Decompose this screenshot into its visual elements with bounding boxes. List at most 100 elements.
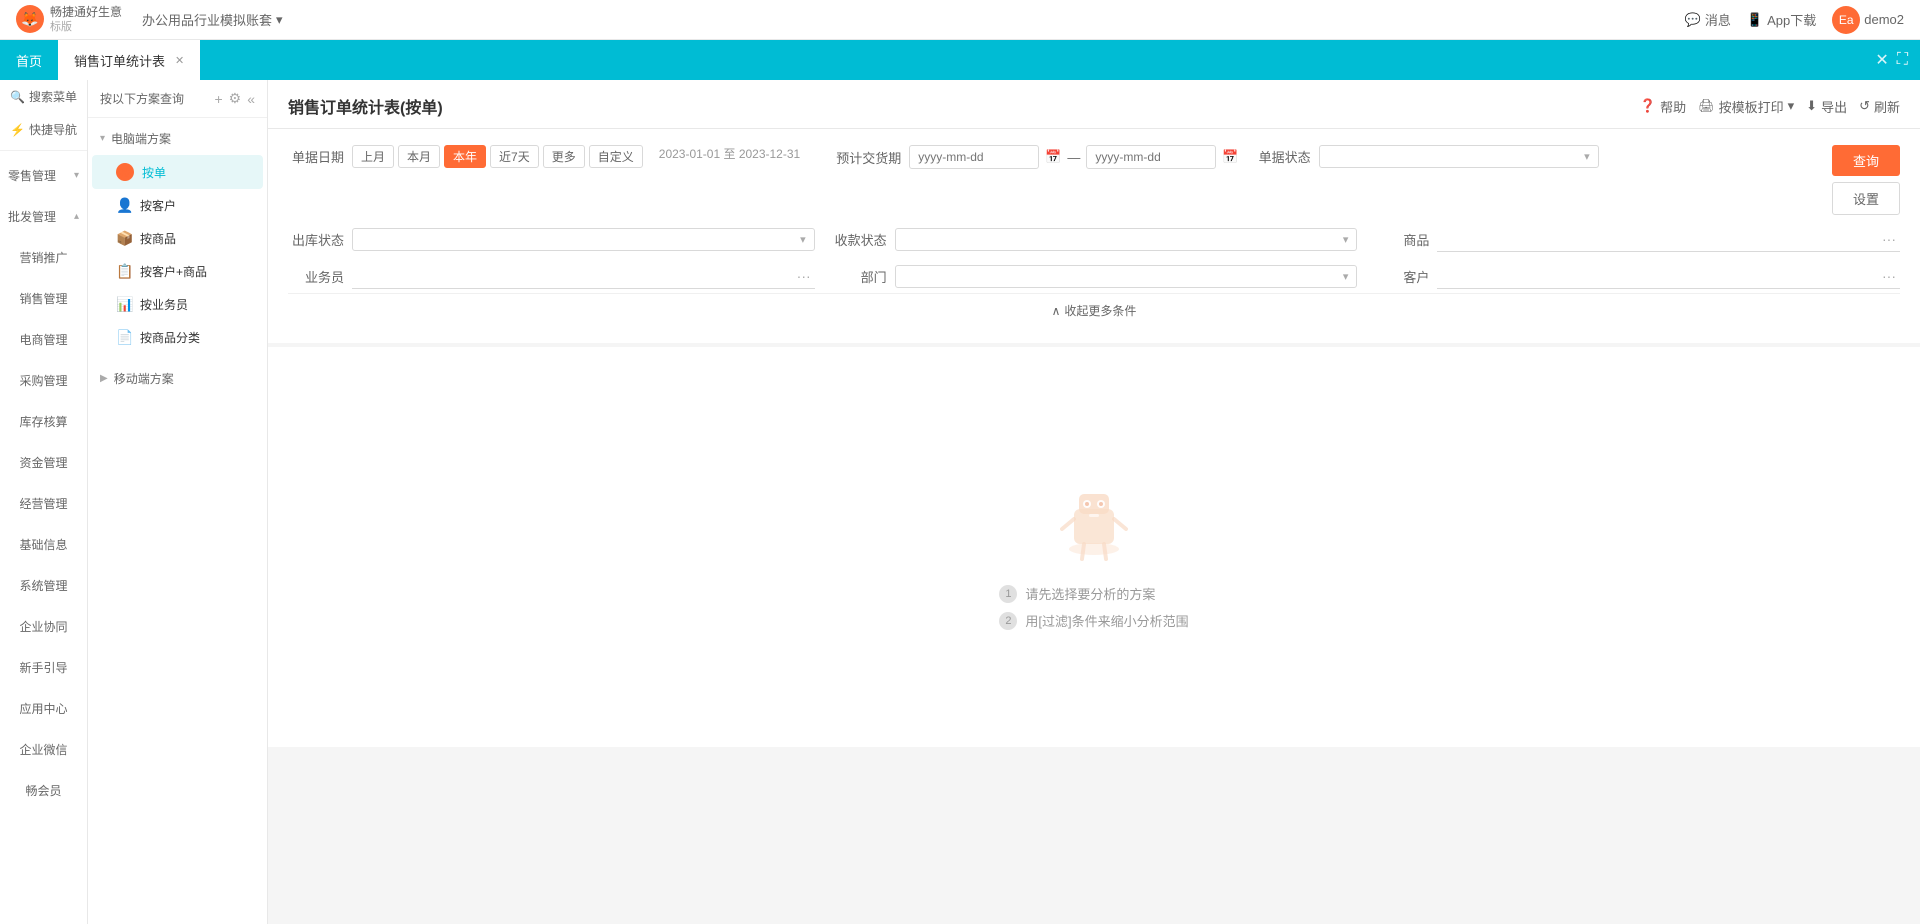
date-range-text: 2023-01-01 至 2023-12-31 bbox=[659, 145, 800, 162]
export-icon: ⬇ bbox=[1806, 98, 1817, 114]
industry-select[interactable]: 办公用品行业模拟账套 ▾ bbox=[142, 10, 283, 29]
receive-status-label: 收款状态 bbox=[831, 230, 887, 249]
sidebar-item-enterprise[interactable]: 企业协同 bbox=[0, 606, 87, 647]
avatar: Ea bbox=[1832, 6, 1860, 34]
empty-state: 1 请先选择要分析的方案 2 用[过滤]条件来缩小分析范围 bbox=[268, 347, 1920, 747]
logo-text: 畅捷通好生意 标版 bbox=[50, 5, 122, 35]
more-dots-icon: ··· bbox=[1882, 268, 1896, 284]
calendar-start-icon[interactable]: 📅 bbox=[1045, 149, 1061, 165]
search-actions: 查询 设置 bbox=[1832, 145, 1900, 215]
userbox-icon: 📋 bbox=[116, 263, 132, 280]
last-7days-btn[interactable]: 近7天 bbox=[490, 145, 539, 168]
empty-tip-1: 1 请先选择要分析的方案 bbox=[999, 584, 1188, 603]
tab-close-icon[interactable]: ✕ bbox=[175, 54, 184, 67]
tab-home[interactable]: 首页 bbox=[0, 40, 58, 80]
sidebar: 🔍 搜索菜单 ⚡ 快捷导航 零售管理 ▾ 批发管理 ▴ 营销推广 销售管理 电商… bbox=[0, 80, 88, 924]
chart-icon: 📊 bbox=[116, 296, 132, 313]
this-year-btn[interactable]: 本年 bbox=[444, 145, 486, 168]
chevron-icon: ▾ bbox=[74, 170, 79, 181]
left-panel-header: 按以下方案查询 + ⚙ « bbox=[88, 80, 267, 118]
sidebar-item-newbie[interactable]: 新手引导 bbox=[0, 647, 87, 688]
message-btn[interactable]: 💬 消息 bbox=[1685, 10, 1731, 29]
page-title: 销售订单统计表(按单) bbox=[288, 94, 443, 118]
sidebar-item-ecommerce[interactable]: 电商管理 bbox=[0, 319, 87, 360]
chevron-down-icon: ▾ bbox=[276, 12, 283, 28]
add-solution-btn[interactable]: + bbox=[214, 91, 222, 107]
settings-solution-btn[interactable]: ⚙ bbox=[229, 90, 242, 107]
print-btn[interactable]: 🖨 按模板打印 ▾ bbox=[1698, 97, 1794, 116]
quick-nav-btn[interactable]: ⚡ 快捷导航 bbox=[0, 113, 87, 146]
solution-item-by-customer[interactable]: 👤 按客户 bbox=[92, 189, 263, 222]
solution-item-by-customer-goods[interactable]: 📋 按客户+商品 bbox=[92, 255, 263, 288]
expected-date-label: 预计交货期 bbox=[836, 148, 901, 167]
solution-group-header-desktop[interactable]: ▾ 电脑端方案 bbox=[88, 122, 267, 155]
left-panel: 按以下方案查询 + ⚙ « ▾ 电脑端方案 按 按单 👤 按客户 📦 bbox=[88, 80, 268, 924]
calendar-end-icon[interactable]: 📅 bbox=[1222, 149, 1238, 165]
status-label: 单据状态 bbox=[1255, 147, 1311, 166]
tabbar: 首页 销售订单统计表 ✕ ✕ ⛶ bbox=[0, 40, 1920, 80]
salesman-input[interactable]: ··· bbox=[352, 264, 815, 289]
expected-date-start[interactable] bbox=[909, 145, 1039, 169]
goods-label: 商品 bbox=[1373, 230, 1429, 249]
last-month-btn[interactable]: 上月 bbox=[352, 145, 394, 168]
collapse-icon: ∧ bbox=[1052, 304, 1061, 318]
help-btn[interactable]: ❓ 帮助 bbox=[1640, 97, 1686, 116]
salesman-label: 业务员 bbox=[288, 267, 344, 286]
maximize-icon[interactable]: ⛶ bbox=[1897, 51, 1908, 69]
sidebar-item-sales[interactable]: 销售管理 bbox=[0, 278, 87, 319]
solution-group-header-mobile[interactable]: ▶ 移动端方案 bbox=[88, 362, 267, 395]
out-status-dropdown[interactable]: ▾ bbox=[352, 228, 815, 251]
sidebar-item-system[interactable]: 系统管理 bbox=[0, 565, 87, 606]
custom-date-btn[interactable]: 自定义 bbox=[589, 145, 643, 168]
customer-input[interactable]: ··· bbox=[1437, 264, 1900, 289]
list-icon: 📄 bbox=[116, 329, 132, 346]
main-content: 销售订单统计表(按单) ❓ 帮助 🖨 按模板打印 ▾ ⬇ 导出 ↺ 刷新 bbox=[268, 80, 1920, 924]
sidebar-item-retail[interactable]: 零售管理 ▾ bbox=[0, 155, 87, 196]
solution-item-by-category[interactable]: 📄 按商品分类 bbox=[92, 321, 263, 354]
user-menu[interactable]: Ea demo2 bbox=[1832, 6, 1904, 34]
collapse-bar[interactable]: ∧ 收起更多条件 bbox=[288, 293, 1900, 327]
message-icon: 💬 bbox=[1685, 12, 1701, 28]
sidebar-item-inventory[interactable]: 库存核算 bbox=[0, 401, 87, 442]
reset-btn[interactable]: 设置 bbox=[1832, 182, 1900, 215]
export-btn[interactable]: ⬇ 导出 bbox=[1806, 97, 1847, 116]
search-icon: 🔍 bbox=[10, 90, 25, 104]
date-separator: — bbox=[1067, 150, 1080, 165]
tab-sales-stat[interactable]: 销售订单统计表 ✕ bbox=[58, 40, 200, 80]
sidebar-item-purchase[interactable]: 采购管理 bbox=[0, 360, 87, 401]
sidebar-divider-1 bbox=[0, 150, 87, 151]
logo: 🦊 畅捷通好生意 标版 bbox=[16, 5, 122, 35]
goods-input[interactable]: ··· bbox=[1437, 227, 1900, 252]
sidebar-item-app-center[interactable]: 应用中心 bbox=[0, 688, 87, 729]
collapse-panel-btn[interactable]: « bbox=[247, 91, 255, 107]
receive-status-dropdown[interactable]: ▾ bbox=[895, 228, 1358, 251]
dept-dropdown[interactable]: ▾ bbox=[895, 265, 1358, 288]
search-menu-btn[interactable]: 🔍 搜索菜单 bbox=[0, 80, 87, 113]
solution-item-by-order[interactable]: 按 按单 bbox=[92, 155, 263, 189]
solution-item-by-goods[interactable]: 📦 按商品 bbox=[92, 222, 263, 255]
empty-illustration bbox=[1044, 464, 1144, 564]
sidebar-item-wechat[interactable]: 企业微信 bbox=[0, 729, 87, 770]
logo-icon: 🦊 bbox=[16, 5, 44, 33]
topbar-center: 办公用品行业模拟账套 ▾ bbox=[122, 10, 1685, 29]
close-window-icon[interactable]: ✕ bbox=[1875, 50, 1888, 70]
more-date-btn[interactable]: 更多 bbox=[543, 145, 585, 168]
box-icon: 📦 bbox=[116, 230, 132, 247]
refresh-btn[interactable]: ↺ 刷新 bbox=[1859, 97, 1900, 116]
sidebar-item-member[interactable]: 畅会员 bbox=[0, 770, 87, 811]
sidebar-item-basic[interactable]: 基础信息 bbox=[0, 524, 87, 565]
refresh-icon: ↺ bbox=[1859, 98, 1870, 114]
search-btn[interactable]: 查询 bbox=[1832, 145, 1900, 176]
dept-label: 部门 bbox=[831, 267, 887, 286]
sidebar-item-marketing[interactable]: 营销推广 bbox=[0, 237, 87, 278]
expected-date-group: 📅 — 📅 bbox=[909, 145, 1238, 169]
user-icon: 👤 bbox=[116, 197, 132, 214]
status-dropdown[interactable]: ▾ bbox=[1319, 145, 1599, 168]
expected-date-end[interactable] bbox=[1086, 145, 1216, 169]
this-month-btn[interactable]: 本月 bbox=[398, 145, 440, 168]
sidebar-item-finance[interactable]: 资金管理 bbox=[0, 442, 87, 483]
solution-item-by-salesman[interactable]: 📊 按业务员 bbox=[92, 288, 263, 321]
sidebar-item-wholesale[interactable]: 批发管理 ▴ bbox=[0, 196, 87, 237]
sidebar-item-operation[interactable]: 经营管理 bbox=[0, 483, 87, 524]
app-download-btn[interactable]: 📱 App下载 bbox=[1747, 10, 1816, 29]
